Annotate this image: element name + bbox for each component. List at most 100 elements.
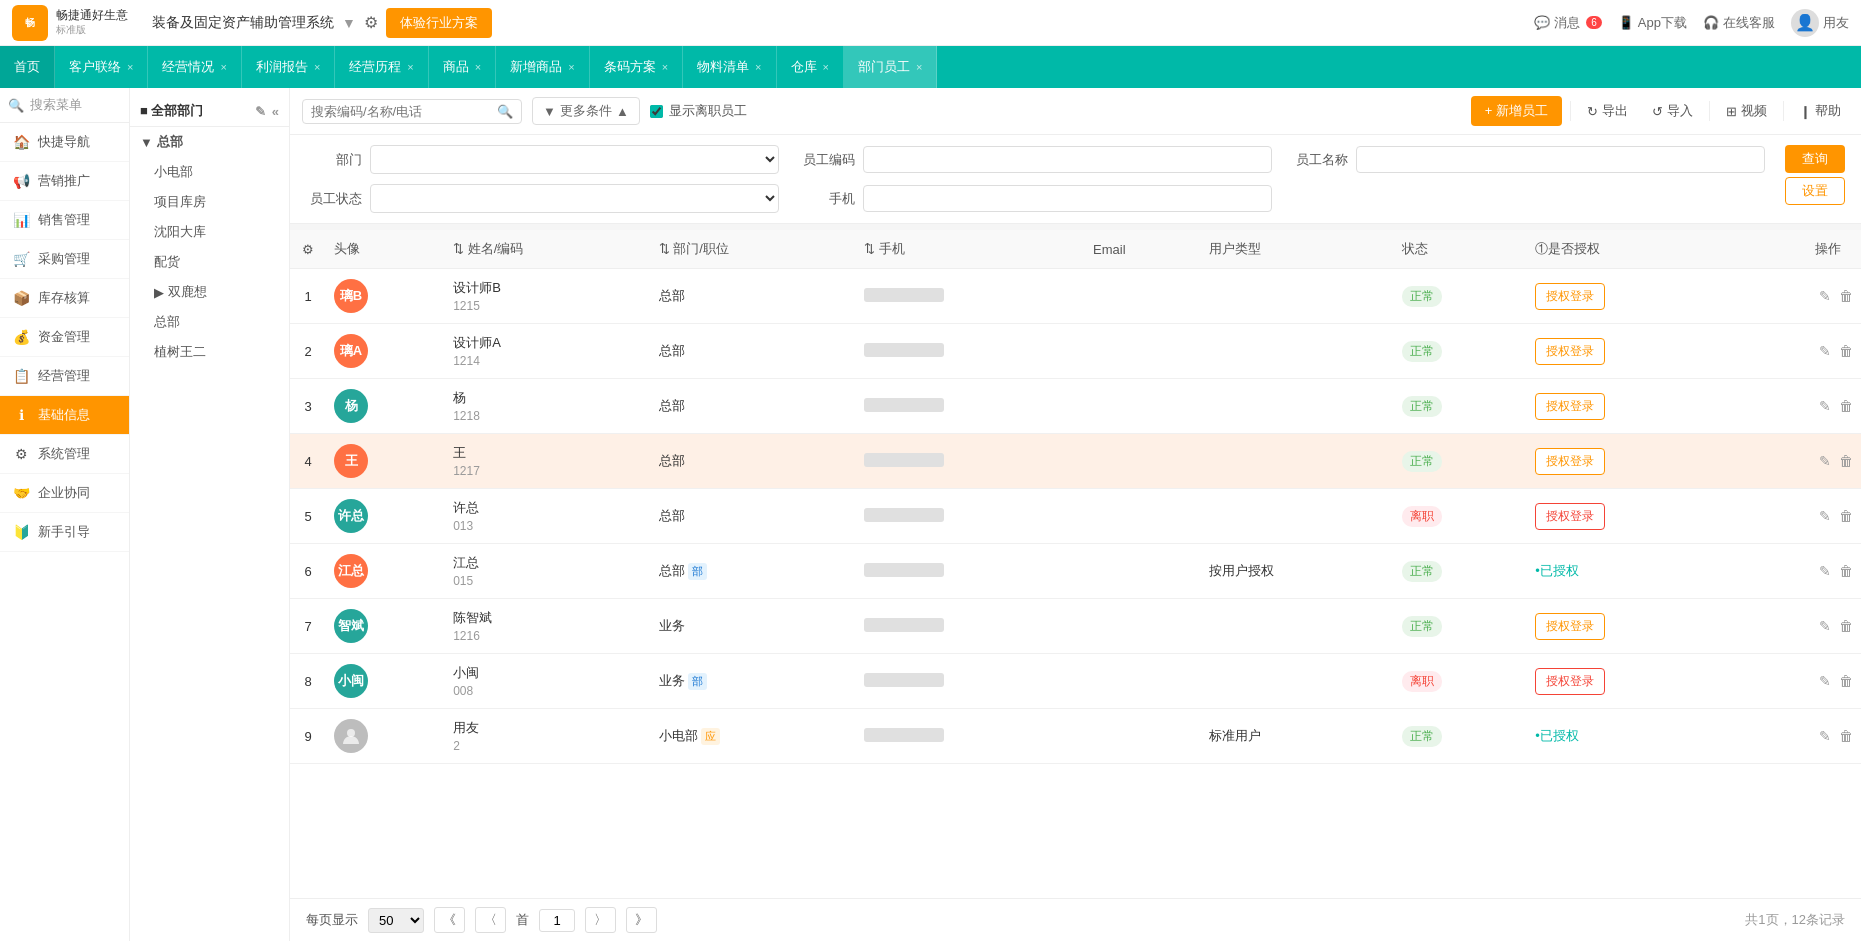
edit-icon[interactable]: ✎ — [1819, 508, 1831, 524]
sidebar-item-inventory[interactable]: 📦 库存核算 — [0, 279, 129, 318]
col-name-code[interactable]: ⇅ 姓名/编码 — [445, 230, 651, 269]
auth-login-button[interactable]: 授权登录 — [1535, 503, 1605, 530]
sidebar-item-guide[interactable]: 🔰 新手引导 — [0, 513, 129, 552]
next-page-button[interactable]: 〉 — [585, 907, 616, 933]
sidebar-item-marketing[interactable]: 📢 营销推广 — [0, 162, 129, 201]
tree-item-zhishu[interactable]: 植树王二 — [130, 337, 289, 367]
sidebar-item-operations[interactable]: 📋 经营管理 — [0, 357, 129, 396]
emp-status-select[interactable] — [370, 184, 779, 213]
close-icon[interactable]: × — [127, 61, 133, 73]
edit-dept-icon[interactable]: ✎ — [255, 104, 266, 119]
col-settings[interactable]: ⚙ — [290, 230, 326, 269]
tab-management[interactable]: 经营情况 × — [148, 46, 241, 88]
close-icon[interactable]: × — [314, 61, 320, 73]
page-input[interactable] — [539, 909, 575, 932]
import-button[interactable]: ↺ 导入 — [1644, 98, 1701, 124]
auth-login-button[interactable]: 授权登录 — [1535, 283, 1605, 310]
col-phone[interactable]: ⇅ 手机 — [856, 230, 1085, 269]
last-page-button[interactable]: 》 — [626, 907, 657, 933]
auth-login-button[interactable]: 授权登录 — [1535, 613, 1605, 640]
help-button[interactable]: ❙ 帮助 — [1792, 98, 1849, 124]
add-employee-button[interactable]: + 新增员工 — [1471, 96, 1562, 126]
edit-icon[interactable]: ✎ — [1819, 618, 1831, 634]
tab-goods[interactable]: 商品 × — [429, 46, 496, 88]
sidebar-item-finance[interactable]: 💰 资金管理 — [0, 318, 129, 357]
tab-warehouse[interactable]: 仓库 × — [777, 46, 844, 88]
prev-page-button[interactable]: 〈 — [475, 907, 506, 933]
sidebar-item-system[interactable]: ⚙ 系统管理 — [0, 435, 129, 474]
dropdown-arrow-icon[interactable]: ▼ — [342, 15, 356, 31]
tree-item-peihuo[interactable]: 配货 — [130, 247, 289, 277]
search-input-wrap[interactable]: 🔍 — [302, 99, 522, 124]
tree-item-shuanglu[interactable]: ▶ 双鹿想 — [130, 277, 289, 307]
view-button[interactable]: ⊞ 视频 — [1718, 98, 1775, 124]
page-size-select[interactable]: 50 100 200 — [368, 908, 424, 933]
sidebar-search[interactable]: 🔍 搜索菜单 — [0, 88, 129, 123]
emp-code-input[interactable] — [863, 146, 1272, 173]
sidebar-item-purchase[interactable]: 🛒 采购管理 — [0, 240, 129, 279]
sidebar-item-basic-info[interactable]: ℹ 基础信息 — [0, 396, 129, 435]
user-menu[interactable]: 👤 用友 — [1791, 9, 1849, 37]
edit-icon[interactable]: ✎ — [1819, 343, 1831, 359]
show-resigned-checkbox[interactable]: 显示离职员工 — [650, 102, 747, 120]
edit-icon[interactable]: ✎ — [1819, 288, 1831, 304]
edit-icon[interactable]: ✎ — [1819, 728, 1831, 744]
query-button[interactable]: 查询 — [1785, 145, 1845, 173]
delete-icon[interactable]: 🗑 — [1839, 343, 1853, 359]
edit-icon[interactable]: ✎ — [1819, 673, 1831, 689]
close-icon[interactable]: × — [755, 61, 761, 73]
delete-icon[interactable]: 🗑 — [1839, 508, 1853, 524]
col-dept[interactable]: ⇅ 部门/职位 — [651, 230, 857, 269]
trial-button[interactable]: 体验行业方案 — [386, 8, 492, 38]
edit-icon[interactable]: ✎ — [1819, 453, 1831, 469]
close-icon[interactable]: × — [662, 61, 668, 73]
delete-icon[interactable]: 🗑 — [1839, 673, 1853, 689]
first-page-button[interactable]: 《 — [434, 907, 465, 933]
delete-icon[interactable]: 🗑 — [1839, 453, 1853, 469]
close-icon[interactable]: × — [475, 61, 481, 73]
dept-select[interactable] — [370, 145, 779, 174]
tab-profit[interactable]: 利润报告 × — [242, 46, 335, 88]
tab-home[interactable]: 首页 — [0, 46, 55, 88]
auth-login-button[interactable]: 授权登录 — [1535, 448, 1605, 475]
edit-icon[interactable]: ✎ — [1819, 563, 1831, 579]
delete-icon[interactable]: 🗑 — [1839, 563, 1853, 579]
tree-item-zongbu[interactable]: ▼ 总部 — [130, 127, 289, 157]
tree-item-xiaodibu[interactable]: 小电部 — [130, 157, 289, 187]
auth-login-button[interactable]: 授权登录 — [1535, 668, 1605, 695]
tab-barcode[interactable]: 条码方案 × — [590, 46, 683, 88]
sidebar-item-collab[interactable]: 🤝 企业协同 — [0, 474, 129, 513]
emp-name-input[interactable] — [1356, 146, 1765, 173]
delete-icon[interactable]: 🗑 — [1839, 398, 1853, 414]
tab-new-goods[interactable]: 新增商品 × — [496, 46, 589, 88]
message-button[interactable]: 💬 消息 6 — [1534, 14, 1602, 32]
tab-customer[interactable]: 客户联络 × — [55, 46, 148, 88]
delete-icon[interactable]: 🗑 — [1839, 288, 1853, 304]
search-input[interactable] — [311, 104, 491, 119]
close-icon[interactable]: × — [823, 61, 829, 73]
tab-department[interactable]: 部门员工 × — [844, 46, 937, 88]
tab-bom[interactable]: 物料清单 × — [683, 46, 776, 88]
online-support-button[interactable]: 🎧 在线客服 — [1703, 14, 1775, 32]
resigned-checkbox-input[interactable] — [650, 105, 663, 118]
edit-icon[interactable]: ✎ — [1819, 398, 1831, 414]
app-download-button[interactable]: 📱 App下载 — [1618, 14, 1687, 32]
sidebar-item-navigation[interactable]: 🏠 快捷导航 — [0, 123, 129, 162]
delete-icon[interactable]: 🗑 — [1839, 728, 1853, 744]
close-icon[interactable]: × — [220, 61, 226, 73]
tree-item-xiangmu[interactable]: 项目库房 — [130, 187, 289, 217]
phone-input[interactable] — [863, 185, 1272, 212]
collapse-icon[interactable]: « — [272, 104, 279, 119]
auth-login-button[interactable]: 授权登录 — [1535, 393, 1605, 420]
delete-icon[interactable]: 🗑 — [1839, 618, 1853, 634]
tree-item-zongbu2[interactable]: 总部 — [130, 307, 289, 337]
settings-icon[interactable]: ⚙ — [364, 13, 378, 32]
close-icon[interactable]: × — [568, 61, 574, 73]
filter-more-button[interactable]: ▼ 更多条件 ▲ — [532, 97, 640, 125]
close-icon[interactable]: × — [916, 61, 922, 73]
tab-history[interactable]: 经营历程 × — [335, 46, 428, 88]
close-icon[interactable]: × — [407, 61, 413, 73]
reset-button[interactable]: 设置 — [1785, 177, 1845, 205]
auth-login-button[interactable]: 授权登录 — [1535, 338, 1605, 365]
export-button[interactable]: ↻ 导出 — [1579, 98, 1636, 124]
